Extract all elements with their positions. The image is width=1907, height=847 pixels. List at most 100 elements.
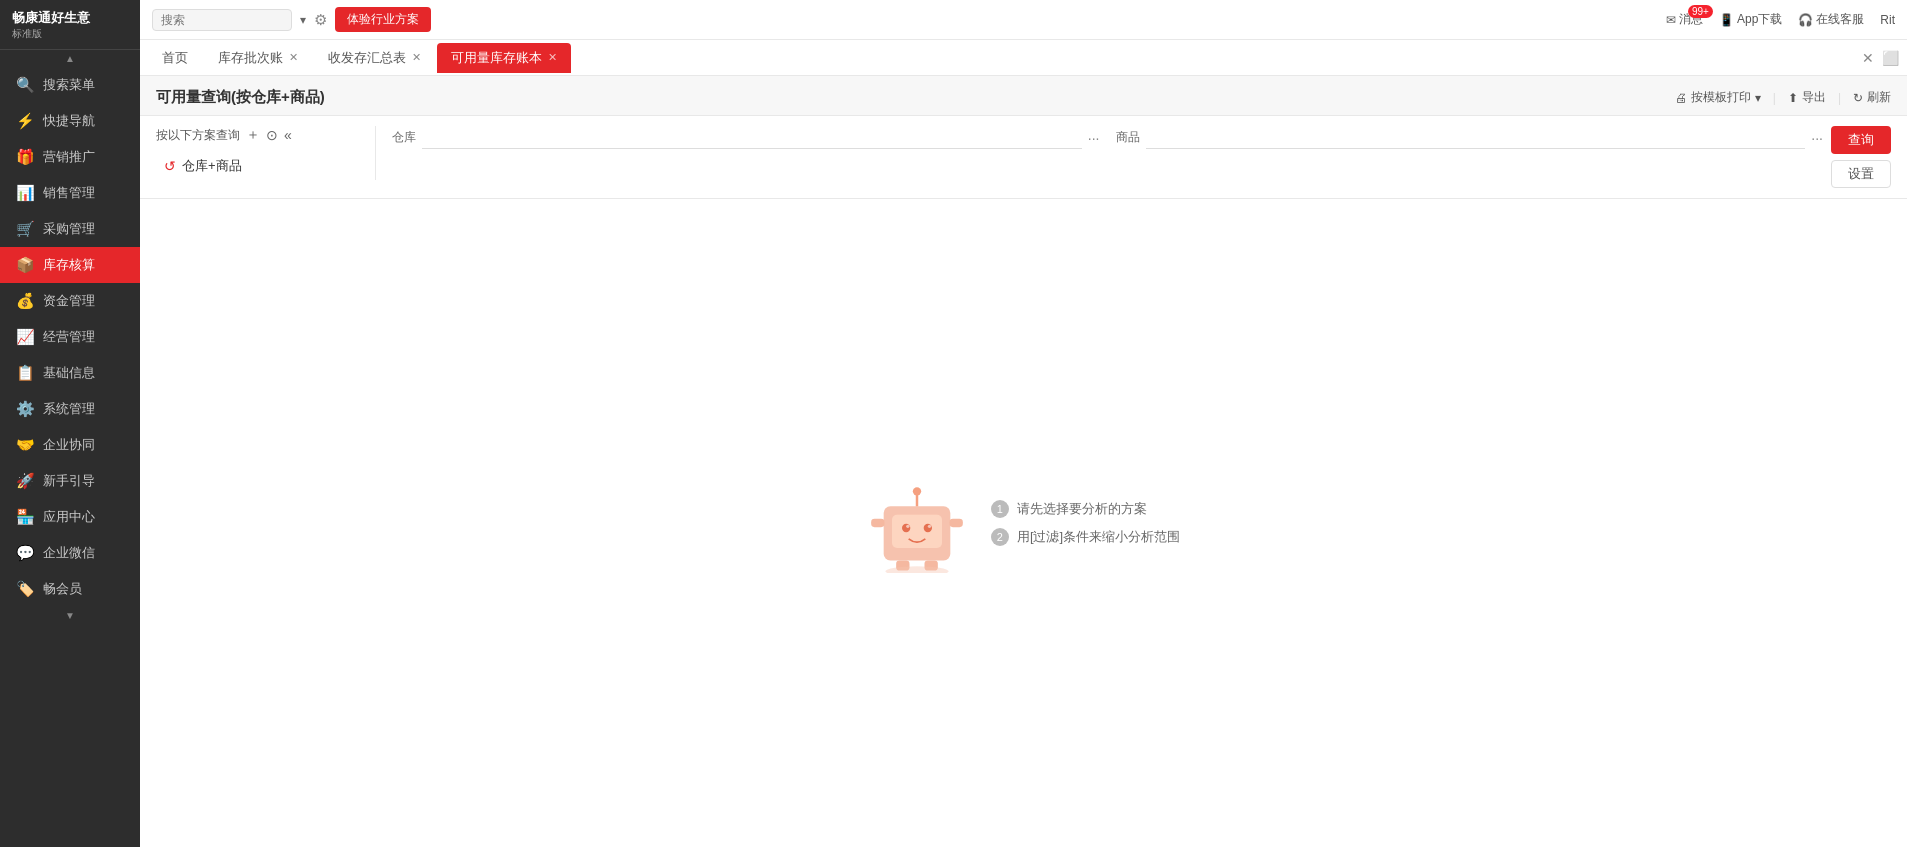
sidebar-item-label-marketing: 营销推广	[43, 148, 95, 166]
export-label: 导出	[1802, 89, 1826, 106]
sidebar-item-newbie[interactable]: 🚀 新手引导	[0, 463, 140, 499]
empty-state: 1 请先选择要分析的方案 2 用[过滤]条件来缩小分析范围	[140, 199, 1907, 847]
tabbar: 首页 库存批次账 ✕ 收发存汇总表 ✕ 可用量库存账本 ✕ ✕ ⬜	[140, 40, 1907, 76]
sidebar: 畅康通好生意 标准版 ▲ 🔍 搜索菜单 ⚡ 快捷导航 🎁 营销推广 📊 销售管理…	[0, 0, 140, 847]
sidebar-item-label-newbie: 新手引导	[43, 472, 95, 490]
close-window-icon[interactable]: ✕	[1862, 50, 1874, 66]
user-name: Rit	[1880, 13, 1895, 27]
refresh-label: 刷新	[1867, 89, 1891, 106]
print-btn[interactable]: 🖨 按模板打印 ▾	[1675, 89, 1761, 106]
sidebar-item-inventory[interactable]: 📦 库存核算	[0, 247, 140, 283]
tab-batch-account-close[interactable]: ✕	[289, 51, 298, 64]
settings-scheme-icon[interactable]: ⊙	[266, 127, 278, 143]
app-name: 畅康通好生意	[12, 10, 128, 27]
print-label: 按模板打印	[1691, 89, 1751, 106]
sidebar-scroll-down[interactable]: ▼	[0, 607, 140, 624]
sidebar-item-finance[interactable]: 💰 资金管理	[0, 283, 140, 319]
sidebar-item-basic[interactable]: 📋 基础信息	[0, 355, 140, 391]
goods-input[interactable]	[1146, 126, 1806, 149]
inventory-icon: 📦	[16, 256, 35, 274]
goods-more-icon[interactable]: ···	[1811, 130, 1823, 146]
maximize-window-icon[interactable]: ⬜	[1882, 50, 1899, 66]
sidebar-item-sales[interactable]: 📊 销售管理	[0, 175, 140, 211]
scheme-header-label: 按以下方案查询	[156, 127, 240, 144]
add-scheme-icon[interactable]: ＋	[246, 126, 260, 144]
app-logo: 畅康通好生意 标准版	[0, 0, 140, 50]
app-edition: 标准版	[12, 27, 128, 41]
phone-icon: 📱	[1719, 13, 1734, 27]
wechat-icon: 💬	[16, 544, 35, 562]
basic-icon: 📋	[16, 364, 35, 382]
member-icon: 🏷️	[16, 580, 35, 598]
sidebar-item-label-inventory: 库存核算	[43, 256, 95, 274]
svg-point-7	[913, 487, 921, 495]
marketing-icon: 🎁	[16, 148, 35, 166]
svg-rect-11	[949, 519, 962, 527]
sidebar-item-label-search: 搜索菜单	[43, 76, 95, 94]
headset-icon: 🎧	[1798, 13, 1813, 27]
refresh-btn[interactable]: ↻ 刷新	[1853, 89, 1891, 106]
filter-field-warehouse: 仓库 ···	[392, 126, 1100, 149]
collapse-icon[interactable]: «	[284, 127, 292, 143]
sidebar-item-purchase[interactable]: 🛒 采购管理	[0, 211, 140, 247]
scheme-item-warehouse-goods[interactable]: ↺ 仓库+商品	[156, 152, 367, 180]
filter-row-1: 仓库 ··· 商品 ···	[392, 126, 1823, 149]
warehouse-more-icon[interactable]: ···	[1088, 130, 1100, 146]
filter-scheme-panel: 按以下方案查询 ＋ ⊙ « ↺ 仓库+商品	[156, 126, 376, 180]
message-icon: ✉	[1666, 13, 1676, 27]
main-area: ▾ ⚙ 体验行业方案 ✉ 消息 99+ 📱 App下载 🎧 在线客服 Rit	[140, 0, 1907, 847]
tab-available-qty-close[interactable]: ✕	[548, 51, 557, 64]
sidebar-item-label-member: 畅会员	[43, 580, 82, 598]
sidebar-item-quicknav[interactable]: ⚡ 快捷导航	[0, 103, 140, 139]
sidebar-item-system[interactable]: ⚙️ 系统管理	[0, 391, 140, 427]
tab-home[interactable]: 首页	[148, 43, 202, 73]
search-dropdown-icon[interactable]: ▾	[300, 13, 306, 27]
action-sep2: |	[1838, 91, 1841, 105]
sidebar-item-search[interactable]: 🔍 搜索菜单	[0, 67, 140, 103]
tab-batch-account-label: 库存批次账	[218, 49, 283, 67]
sidebar-item-collab[interactable]: 🤝 企业协同	[0, 427, 140, 463]
warehouse-input[interactable]	[422, 126, 1082, 149]
gear-icon[interactable]: ⚙	[314, 11, 327, 29]
filter-section: 按以下方案查询 ＋ ⊙ « ↺ 仓库+商品 仓库 ···	[140, 116, 1907, 199]
tab-batch-account[interactable]: 库存批次账 ✕	[204, 43, 312, 73]
sidebar-item-label-system: 系统管理	[43, 400, 95, 418]
appstore-icon: 🏪	[16, 508, 35, 526]
export-btn[interactable]: ⬆ 导出	[1788, 89, 1826, 106]
newbie-icon: 🚀	[16, 472, 35, 490]
print-dropdown-icon[interactable]: ▾	[1755, 91, 1761, 105]
search-input[interactable]	[152, 9, 292, 31]
tab-available-qty[interactable]: 可用量库存账本 ✕	[437, 43, 571, 73]
page-title: 可用量查询(按仓库+商品)	[156, 88, 325, 107]
app-download-btn[interactable]: 📱 App下载	[1719, 11, 1782, 28]
service-btn[interactable]: 🎧 在线客服	[1798, 11, 1864, 28]
svg-point-3	[924, 524, 932, 532]
management-icon: 📈	[16, 328, 35, 346]
sales-icon: 📊	[16, 184, 35, 202]
sidebar-item-label-purchase: 采购管理	[43, 220, 95, 238]
system-icon: ⚙️	[16, 400, 35, 418]
tabbar-right-btns: ✕ ⬜	[1862, 50, 1899, 66]
finance-icon: 💰	[16, 292, 35, 310]
message-btn[interactable]: ✉ 消息 99+	[1666, 11, 1703, 28]
sidebar-item-member[interactable]: 🏷️ 畅会员	[0, 571, 140, 607]
app-download-label: App下载	[1737, 11, 1782, 28]
tab-summary-close[interactable]: ✕	[412, 51, 421, 64]
sidebar-item-appstore[interactable]: 🏪 应用中心	[0, 499, 140, 535]
sidebar-item-marketing[interactable]: 🎁 营销推广	[0, 139, 140, 175]
query-button[interactable]: 查询	[1831, 126, 1891, 154]
search-menu-icon: 🔍	[16, 76, 35, 94]
sidebar-item-management[interactable]: 📈 经营管理	[0, 319, 140, 355]
svg-point-5	[928, 525, 931, 528]
settings-button[interactable]: 设置	[1831, 160, 1891, 188]
sidebar-item-label-quicknav: 快捷导航	[43, 112, 95, 130]
sidebar-item-wechat[interactable]: 💬 企业微信	[0, 535, 140, 571]
empty-hint-1: 1 请先选择要分析的方案	[991, 500, 1180, 518]
quicknav-icon: ⚡	[16, 112, 35, 130]
scheme-item-label: 仓库+商品	[182, 157, 242, 175]
hint-num-2: 2	[991, 528, 1009, 546]
user-avatar[interactable]: Rit	[1880, 13, 1895, 27]
tab-summary[interactable]: 收发存汇总表 ✕	[314, 43, 435, 73]
experience-btn[interactable]: 体验行业方案	[335, 7, 431, 32]
sidebar-scroll-up[interactable]: ▲	[0, 50, 140, 67]
